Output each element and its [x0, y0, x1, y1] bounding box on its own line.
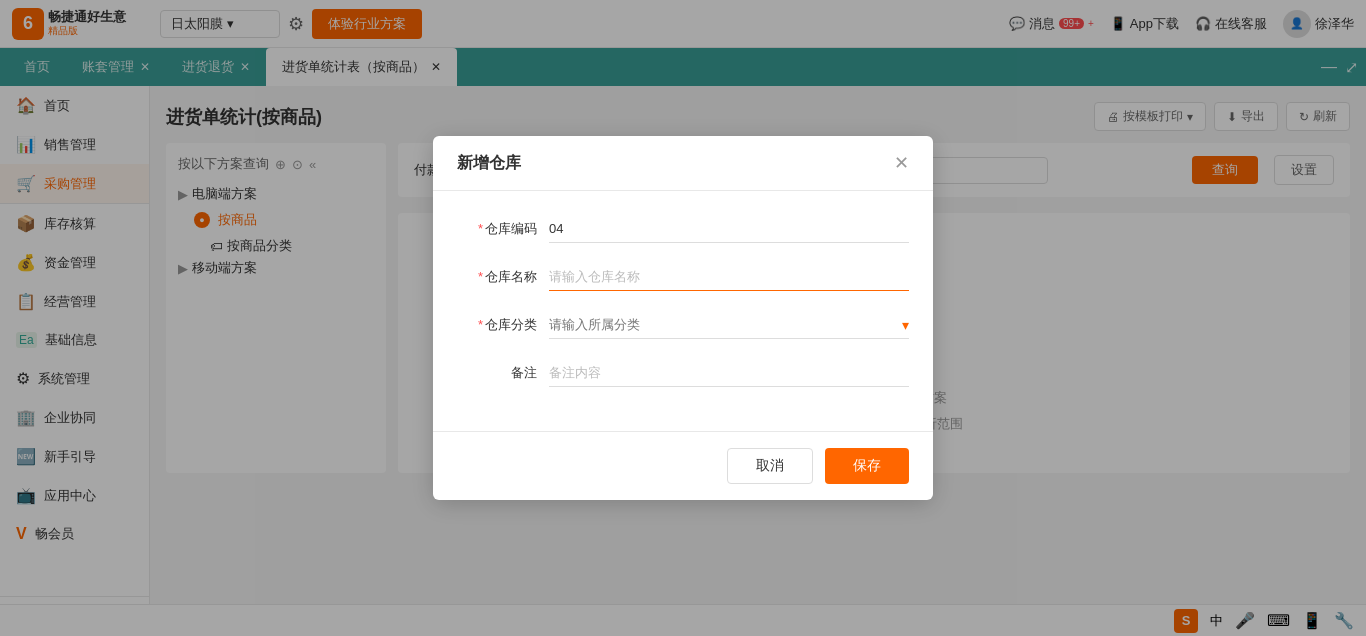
- form-field-warehouse-code: 仓库编码: [457, 215, 909, 243]
- cancel-btn[interactable]: 取消: [727, 448, 813, 484]
- note-input[interactable]: [549, 359, 909, 387]
- modal-header: 新增仓库 ✕: [433, 136, 933, 191]
- warehouse-code-input[interactable]: [549, 215, 909, 243]
- warehouse-name-input[interactable]: [549, 263, 909, 291]
- modal-body: 仓库编码 仓库名称 仓库分类 ▾ 备注: [433, 191, 933, 431]
- form-field-warehouse-category: 仓库分类 ▾: [457, 311, 909, 339]
- field-label-warehouse-category: 仓库分类: [457, 316, 537, 334]
- form-field-warehouse-name: 仓库名称: [457, 263, 909, 291]
- save-btn[interactable]: 保存: [825, 448, 909, 484]
- field-label-warehouse-name: 仓库名称: [457, 268, 537, 286]
- warehouse-category-input[interactable]: [549, 311, 909, 338]
- modal-footer: 取消 保存: [433, 431, 933, 500]
- field-label-warehouse-code: 仓库编码: [457, 220, 537, 238]
- warehouse-category-arrow-icon[interactable]: ▾: [902, 317, 909, 333]
- modal-title: 新增仓库: [457, 153, 521, 174]
- form-field-note: 备注: [457, 359, 909, 387]
- field-label-note: 备注: [457, 364, 537, 382]
- modal-close-btn[interactable]: ✕: [894, 152, 909, 174]
- warehouse-category-select-wrap: ▾: [549, 311, 909, 339]
- new-warehouse-modal: 新增仓库 ✕ 仓库编码 仓库名称 仓库分类 ▾ 备注 取消 保存: [433, 136, 933, 500]
